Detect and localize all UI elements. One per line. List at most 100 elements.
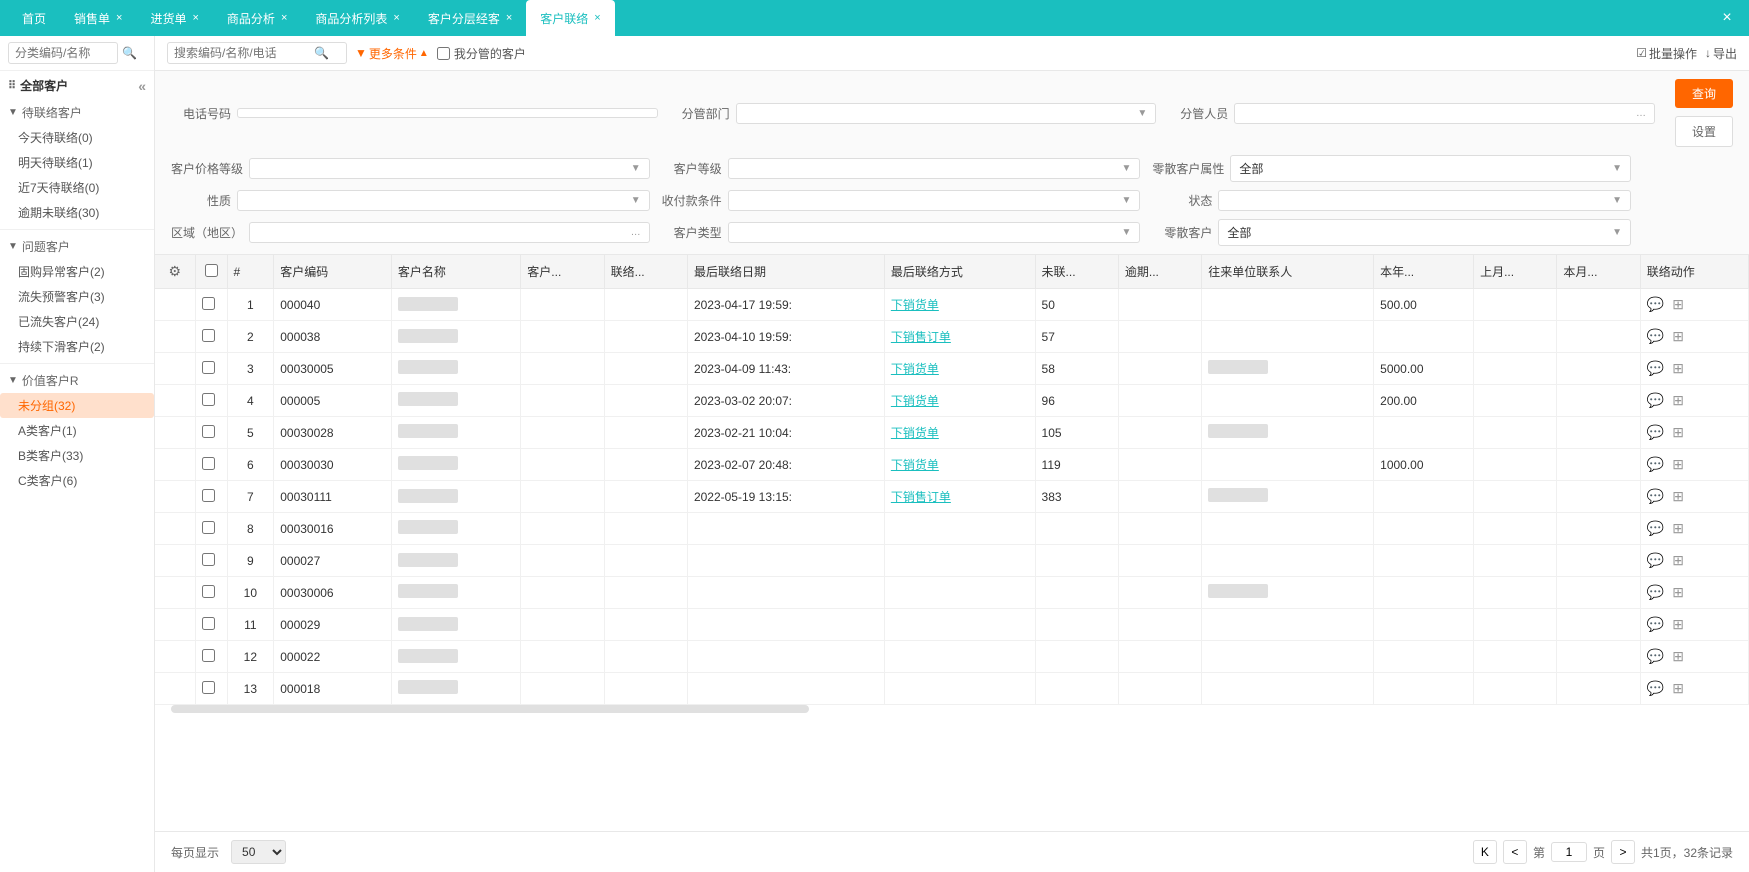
close-product-analysis-list-tab[interactable]: ×	[393, 12, 399, 24]
customer-level-select[interactable]: ▼	[728, 158, 1141, 179]
settings-button[interactable]: 设置	[1675, 116, 1733, 147]
row-checkbox[interactable]	[202, 681, 215, 694]
grid-action-icon[interactable]: ⊞	[1672, 360, 1684, 377]
more-filters-btn[interactable]: ▼ 更多条件 ▲	[355, 45, 429, 62]
close-product-analysis-tab[interactable]: ×	[281, 12, 287, 24]
nav-tab-purchase[interactable]: 进货单 ×	[136, 0, 212, 36]
row-checkbox[interactable]	[202, 361, 215, 374]
select-all-checkbox[interactable]	[205, 264, 218, 277]
col-name[interactable]: 客户名称	[391, 255, 520, 289]
grid-action-icon[interactable]: ⊞	[1672, 520, 1684, 537]
chat-icon[interactable]: 💬	[1647, 584, 1664, 601]
col-code[interactable]: 客户编码	[274, 255, 392, 289]
horizontal-scrollbar[interactable]	[171, 705, 809, 713]
sidebar-item-decreasing[interactable]: 持续下滑客户(2)	[0, 334, 154, 359]
contact-method-link[interactable]: 下销售订单	[891, 490, 951, 504]
query-button[interactable]: 查询	[1675, 79, 1733, 108]
nature-select[interactable]: ▼	[237, 190, 650, 211]
col-last-contact-date[interactable]: 最后联络日期	[687, 255, 884, 289]
all-customers-header[interactable]: ⠿ 全部客户 «	[0, 71, 154, 100]
nav-home[interactable]: 首页	[8, 0, 60, 36]
prev-page-btn[interactable]: <	[1503, 840, 1527, 864]
settings-icon[interactable]: ⚙	[168, 263, 181, 279]
manager-select[interactable]: …	[1234, 103, 1655, 124]
window-close-button[interactable]: ×	[1713, 4, 1741, 32]
chat-icon[interactable]: 💬	[1647, 296, 1664, 313]
contact-method-link[interactable]: 下销售订单	[891, 330, 951, 344]
row-checkbox[interactable]	[202, 553, 215, 566]
payment-select[interactable]: ▼	[728, 190, 1141, 211]
row-checkbox[interactable]	[202, 617, 215, 630]
page-number-input[interactable]	[1551, 842, 1587, 862]
col-this-year[interactable]: 本年...	[1374, 255, 1474, 289]
batch-ops-btn[interactable]: ☑ 批量操作	[1636, 45, 1697, 62]
grid-action-icon[interactable]: ⊞	[1672, 680, 1684, 697]
sidebar-item-ungraded[interactable]: 未分组(32)	[0, 393, 154, 418]
row-checkbox[interactable]	[202, 489, 215, 502]
price-level-select[interactable]: ▼	[249, 158, 650, 179]
chat-icon[interactable]: 💬	[1647, 488, 1664, 505]
sidebar-item-tomorrow[interactable]: 明天待联络(1)	[0, 150, 154, 175]
col-settings[interactable]: ⚙	[155, 255, 195, 289]
row-checkbox[interactable]	[202, 521, 215, 534]
chat-icon[interactable]: 💬	[1647, 456, 1664, 473]
col-type[interactable]: 客户...	[521, 255, 604, 289]
sidebar-collapse-btn[interactable]: «	[138, 78, 146, 94]
per-page-select[interactable]: 50 100	[231, 840, 286, 864]
chat-icon[interactable]: 💬	[1647, 392, 1664, 409]
sidebar-search-icon[interactable]: 🔍	[122, 46, 137, 60]
sidebar-item-c-class[interactable]: C类客户(6)	[0, 468, 154, 493]
retail-customer-select[interactable]: 全部▼	[1218, 219, 1631, 246]
nav-tab-product-analysis-list[interactable]: 商品分析列表 ×	[301, 0, 413, 36]
col-last-month[interactable]: 上月...	[1474, 255, 1557, 289]
sidebar-item-a-class[interactable]: A类客户(1)	[0, 418, 154, 443]
phone-input[interactable]	[237, 108, 658, 118]
sidebar-item-abnormal[interactable]: 固购异常客户(2)	[0, 259, 154, 284]
chat-icon[interactable]: 💬	[1647, 328, 1664, 345]
my-customers-checkbox[interactable]	[437, 47, 450, 60]
sidebar-item-overdue[interactable]: 逾期未联络(30)	[0, 200, 154, 225]
contact-method-link[interactable]: 下销货单	[891, 458, 939, 472]
sidebar-search-input[interactable]	[8, 42, 118, 64]
chat-icon[interactable]: 💬	[1647, 648, 1664, 665]
close-sales-tab[interactable]: ×	[116, 12, 122, 24]
export-btn[interactable]: ↓ 导出	[1705, 45, 1737, 62]
grid-action-icon[interactable]: ⊞	[1672, 616, 1684, 633]
row-checkbox[interactable]	[202, 329, 215, 342]
close-customer-segment-tab[interactable]: ×	[506, 12, 512, 24]
nav-tab-product-analysis[interactable]: 商品分析 ×	[213, 0, 301, 36]
col-overdue[interactable]: 逾期...	[1118, 255, 1201, 289]
close-customer-contact-tab[interactable]: ×	[594, 12, 600, 24]
sidebar-group-pending[interactable]: ▼ 待联络客户	[0, 100, 154, 125]
chat-icon[interactable]: 💬	[1647, 680, 1664, 697]
contact-method-link[interactable]: 下销货单	[891, 426, 939, 440]
row-checkbox[interactable]	[202, 297, 215, 310]
chat-icon[interactable]: 💬	[1647, 520, 1664, 537]
nav-tab-customer-segment[interactable]: 客户分层经客 ×	[414, 0, 526, 36]
next-page-btn[interactable]: >	[1611, 840, 1635, 864]
region-select[interactable]: …	[249, 222, 650, 243]
sidebar-group-problem[interactable]: ▼ 问题客户	[0, 234, 154, 259]
sidebar-item-lost[interactable]: 已流失客户(24)	[0, 309, 154, 334]
sidebar-group-value[interactable]: ▼ 价值客户 R	[0, 368, 154, 393]
status-select[interactable]: ▼	[1218, 190, 1631, 211]
retail-attr-select[interactable]: 全部▼	[1230, 155, 1631, 182]
chat-icon[interactable]: 💬	[1647, 360, 1664, 377]
contact-method-link[interactable]: 下销货单	[891, 394, 939, 408]
col-unit-contact[interactable]: 往来单位联系人	[1202, 255, 1374, 289]
grid-action-icon[interactable]: ⊞	[1672, 584, 1684, 601]
sidebar-item-week[interactable]: 近7天待联络(0)	[0, 175, 154, 200]
row-checkbox[interactable]	[202, 457, 215, 470]
sidebar-item-today[interactable]: 今天待联络(0)	[0, 125, 154, 150]
col-no-contact[interactable]: 未联...	[1035, 255, 1118, 289]
first-page-btn[interactable]: K	[1473, 840, 1497, 864]
grid-action-icon[interactable]: ⊞	[1672, 648, 1684, 665]
dept-select[interactable]: ▼	[736, 103, 1157, 124]
row-checkbox[interactable]	[202, 649, 215, 662]
main-search-input[interactable]	[174, 46, 314, 60]
customer-type-select[interactable]: ▼	[728, 222, 1141, 243]
sidebar-item-churn-risk[interactable]: 流失预警客户(3)	[0, 284, 154, 309]
grid-action-icon[interactable]: ⊞	[1672, 296, 1684, 313]
grid-action-icon[interactable]: ⊞	[1672, 488, 1684, 505]
chat-icon[interactable]: 💬	[1647, 424, 1664, 441]
